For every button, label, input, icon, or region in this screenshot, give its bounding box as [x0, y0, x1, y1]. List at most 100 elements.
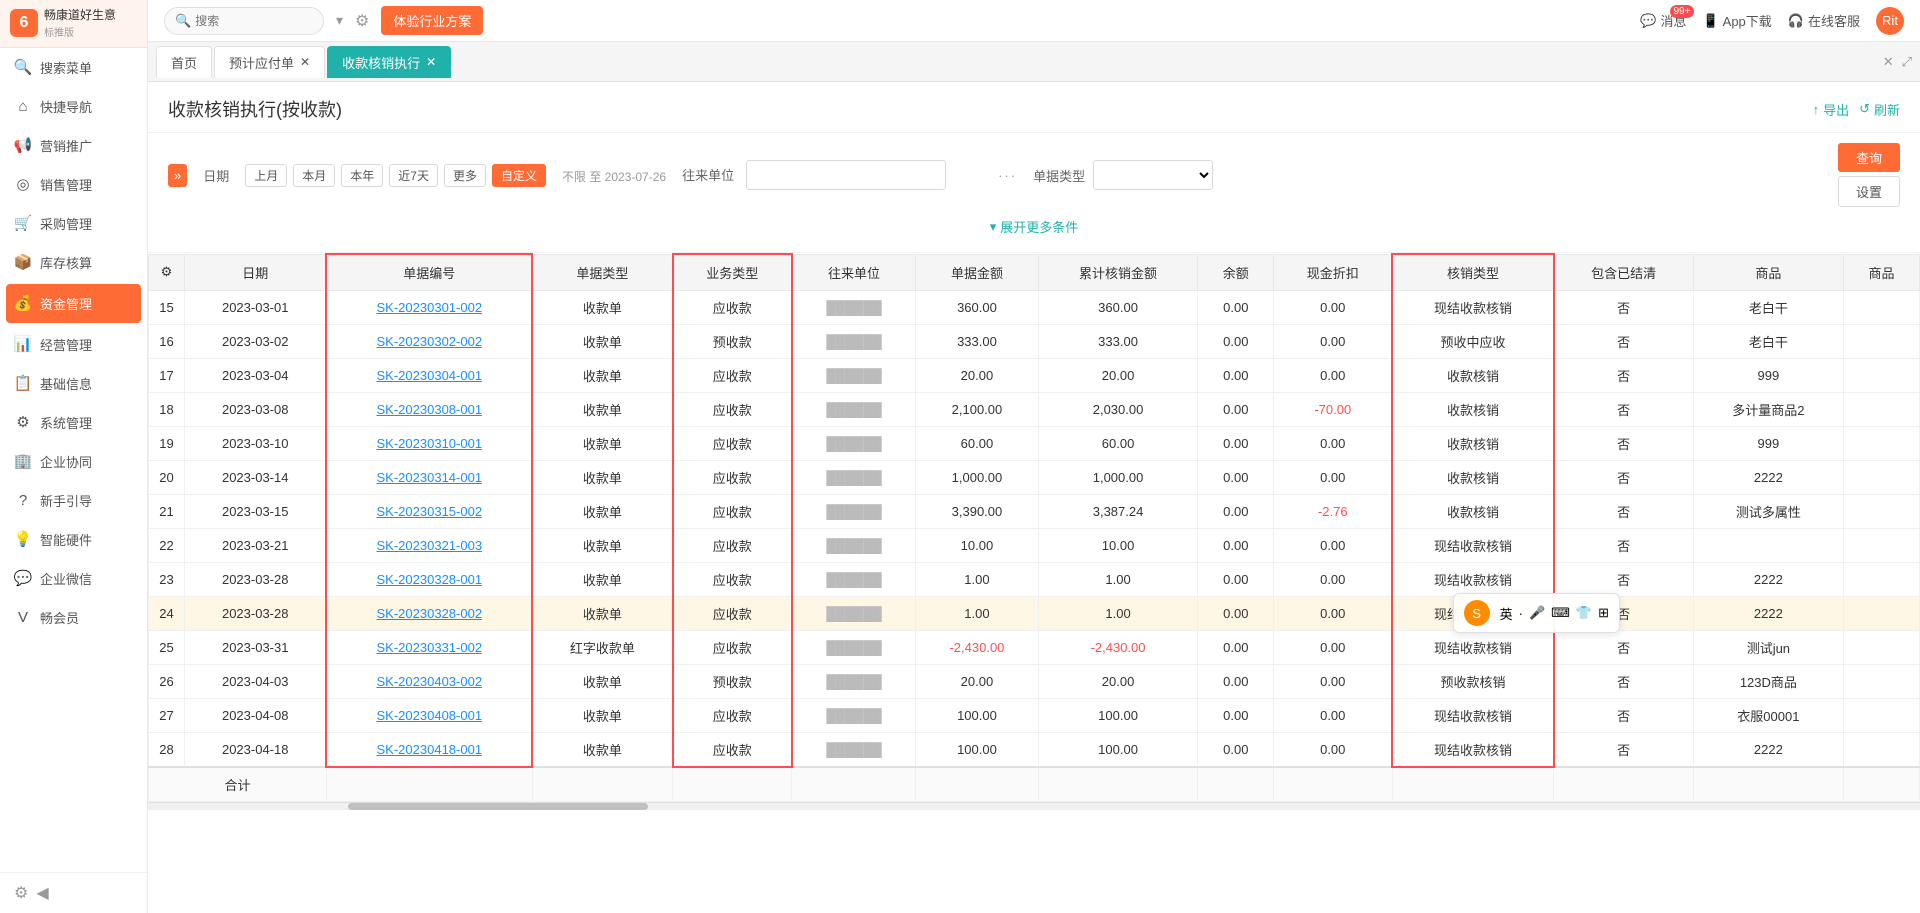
th-included[interactable]: 包含已结清	[1554, 254, 1694, 291]
topbar-search-bar[interactable]: 🔍	[164, 7, 324, 35]
float-keyboard-icon[interactable]: ⌨	[1551, 605, 1570, 621]
collapse-icon[interactable]: ◀	[36, 883, 48, 903]
bill-no-link[interactable]: SK-20230331-002	[377, 640, 483, 655]
float-mic-icon[interactable]: 🎤	[1529, 605, 1545, 621]
query-button[interactable]: 查询	[1838, 143, 1900, 172]
export-button[interactable]: ↑ 导出	[1813, 100, 1850, 119]
expand-more-btn[interactable]: ▾ 展开更多条件	[168, 211, 1900, 242]
th-settings[interactable]: ⚙	[149, 254, 185, 291]
cell-no: 17	[149, 359, 185, 393]
tab-pre-apply-close-icon[interactable]: ✕	[300, 55, 310, 69]
bill-no-link[interactable]: SK-20230301-002	[377, 300, 483, 315]
sidebar-item-marketing[interactable]: 📢 营销推广	[0, 126, 147, 165]
cell-included: 否	[1554, 427, 1694, 461]
bill-no-link[interactable]: SK-20230310-001	[377, 436, 483, 451]
th-bill-type[interactable]: 单据类型	[532, 254, 672, 291]
bill-no-link[interactable]: SK-20230321-003	[377, 538, 483, 553]
th-partner[interactable]: 往来单位	[792, 254, 916, 291]
sidebar-item-business[interactable]: 📊 经营管理	[0, 325, 147, 364]
sidebar-item-search[interactable]: 🔍 搜索菜单	[0, 48, 147, 87]
date-last-month-btn[interactable]: 上月	[245, 164, 287, 187]
online-service-button[interactable]: 🎧 在线客服	[1788, 11, 1860, 30]
tab-home[interactable]: 首页	[156, 46, 212, 78]
bill-no-link[interactable]: SK-20230408-001	[377, 708, 483, 723]
footer-biz-type	[673, 767, 792, 802]
voucher-type-select[interactable]	[1093, 160, 1213, 190]
refresh-button[interactable]: ↺ 刷新	[1859, 100, 1900, 119]
tab-pre-apply[interactable]: 预计应付单 ✕	[214, 46, 325, 78]
date-7days-btn[interactable]: 近7天	[389, 164, 438, 187]
chevron-down-icon[interactable]: ▾	[336, 12, 343, 29]
bill-no-link[interactable]: SK-20230418-001	[377, 742, 483, 757]
close-window-icon[interactable]: ✕	[1883, 54, 1894, 70]
cell-write-off: -2,430.00	[1038, 631, 1198, 665]
bill-no-link[interactable]: SK-20230302-002	[377, 334, 483, 349]
th-amount[interactable]: 单据金额	[916, 254, 1038, 291]
bill-no-link[interactable]: SK-20230328-002	[377, 606, 483, 621]
float-shirt-icon[interactable]: 👕	[1576, 605, 1592, 621]
th-goods2[interactable]: 商品	[1844, 254, 1920, 291]
cell-balance: 0.00	[1198, 393, 1274, 427]
cell-write-type: 现结收款核销	[1392, 291, 1553, 325]
sidebar-item-label: 采购管理	[40, 214, 92, 233]
sidebar-item-hardware[interactable]: 💡 智能硬件	[0, 520, 147, 559]
sidebar-item-quick[interactable]: ⌂ 快捷导航	[0, 87, 147, 126]
bill-no-link[interactable]: SK-20230315-002	[377, 504, 483, 519]
date-this-year-btn[interactable]: 本年	[341, 164, 383, 187]
cell-date: 2023-03-15	[185, 495, 327, 529]
bill-no-link[interactable]: SK-20230304-001	[377, 368, 483, 383]
sidebar-item-finance[interactable]: 💰 资金管理	[6, 284, 141, 323]
cell-goods2	[1844, 325, 1920, 359]
cell-balance: 0.00	[1198, 597, 1274, 631]
scrollbar-thumb[interactable]	[348, 803, 648, 810]
bill-no-link[interactable]: SK-20230328-001	[377, 572, 483, 587]
sidebar-item-inventory[interactable]: 📦 库存核算	[0, 243, 147, 282]
date-this-month-btn[interactable]: 本月	[293, 164, 335, 187]
th-date[interactable]: 日期	[185, 254, 327, 291]
industry-solution-button[interactable]: 体验行业方案	[381, 6, 483, 35]
maximize-window-icon[interactable]: ⤢	[1902, 54, 1912, 70]
setting-button[interactable]: 设置	[1838, 176, 1900, 207]
settings-icon[interactable]: ⚙	[14, 883, 28, 903]
gear-icon[interactable]: ⚙	[355, 11, 369, 31]
bill-no-link[interactable]: SK-20230308-001	[377, 402, 483, 417]
th-balance[interactable]: 余额	[1198, 254, 1274, 291]
user-avatar[interactable]: Rit	[1876, 7, 1904, 35]
th-write-off[interactable]: 累计核销金额	[1038, 254, 1198, 291]
th-bill-no[interactable]: 单据编号	[326, 254, 532, 291]
bill-no-link[interactable]: SK-20230403-002	[377, 674, 483, 689]
float-s-btn[interactable]: S	[1464, 600, 1490, 626]
sidebar-item-label: 库存核算	[40, 253, 92, 272]
sidebar-item-guide[interactable]: ? 新手引导	[0, 481, 147, 520]
cell-included: 否	[1554, 733, 1694, 768]
cell-goods2	[1844, 495, 1920, 529]
sidebar-item-corp[interactable]: 🏢 企业协同	[0, 442, 147, 481]
th-write-type[interactable]: 核销类型	[1392, 254, 1553, 291]
sidebar-item-system[interactable]: ⚙ 系统管理	[0, 403, 147, 442]
app-icon: 📱	[1702, 13, 1718, 29]
sidebar-item-purchase[interactable]: 🛒 采购管理	[0, 204, 147, 243]
sidebar-item-sales[interactable]: ◎ 销售管理	[0, 165, 147, 204]
th-goods1[interactable]: 商品	[1693, 254, 1843, 291]
date-more-btn[interactable]: 更多	[444, 164, 486, 187]
sidebar-item-member[interactable]: V 畅会员	[0, 598, 147, 637]
sidebar-item-wechat[interactable]: 💬 企业微信	[0, 559, 147, 598]
sidebar-item-basic[interactable]: 📋 基础信息	[0, 364, 147, 403]
messages-button[interactable]: 💬 消息 99+	[1640, 11, 1686, 30]
th-biz-type[interactable]: 业务类型	[673, 254, 792, 291]
bill-no-link[interactable]: SK-20230314-001	[377, 470, 483, 485]
marketing-icon: 📢	[14, 136, 32, 154]
cell-no: 22	[149, 529, 185, 563]
th-discount[interactable]: 现金折扣	[1274, 254, 1393, 291]
sidebar-logo: 6 畅康道好生意 标推版	[0, 0, 147, 48]
filter-toggle-btn[interactable]: »	[168, 164, 187, 187]
partner-input[interactable]	[746, 160, 946, 190]
cell-bill-no: SK-20230331-002	[326, 631, 532, 665]
float-grid-icon[interactable]: ⊞	[1598, 605, 1609, 621]
search-input[interactable]	[195, 14, 295, 28]
tab-receipt-exec[interactable]: 收款核销执行 ✕	[327, 46, 451, 78]
horizontal-scrollbar[interactable]	[148, 802, 1920, 810]
date-custom-btn[interactable]: 自定义	[492, 164, 546, 187]
app-download-button[interactable]: 📱 App下载	[1702, 11, 1771, 30]
tab-receipt-exec-close-icon[interactable]: ✕	[426, 55, 436, 69]
